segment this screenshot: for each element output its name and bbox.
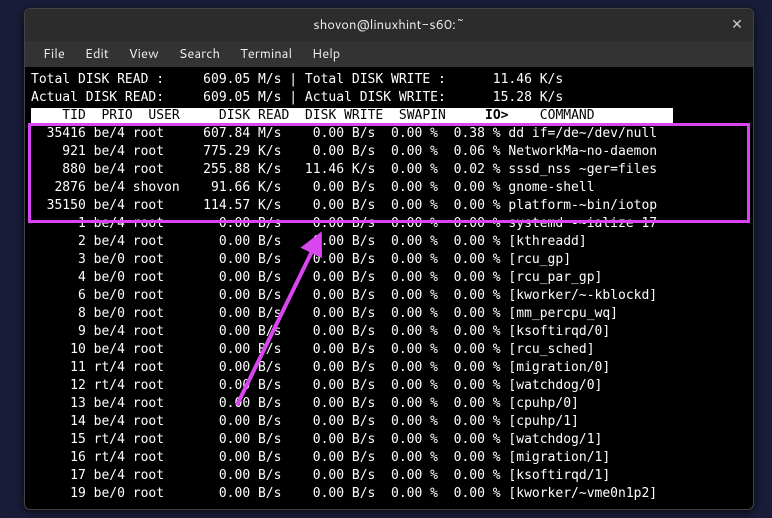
menu-edit[interactable]: Edit (75, 41, 119, 67)
col-user: USER (133, 108, 180, 123)
menu-file[interactable]: File (33, 41, 75, 67)
process-rows: 35416 be/4 root 607.84 M/s 0.00 B/s 0.00… (31, 125, 747, 503)
menu-help[interactable]: Help (302, 41, 350, 67)
col-swapin: SWAPIN (383, 108, 446, 123)
terminal-window: shovon@linuxhint-s60:~ ✕ File Edit View … (24, 8, 754, 510)
col-command: COMMAND (508, 108, 672, 123)
close-icon[interactable]: ✕ (729, 17, 745, 33)
menu-view[interactable]: View (119, 41, 169, 67)
col-dwrite: DISK WRITE (289, 108, 383, 123)
summary-line-1: Total DISK READ : 609.05 M/s | Total DIS… (31, 72, 563, 87)
col-tid: TID (31, 108, 86, 123)
titlebar[interactable]: shovon@linuxhint-s60:~ ✕ (25, 9, 753, 41)
menubar: File Edit View Search Terminal Help (25, 41, 753, 67)
col-io-sorted: IO> (446, 108, 509, 123)
col-prio: PRIO (86, 108, 133, 123)
col-dread: DISK READ (180, 108, 290, 123)
summary-line-2: Actual DISK READ: 609.05 M/s | Actual DI… (31, 90, 563, 105)
menu-terminal[interactable]: Terminal (230, 41, 302, 67)
table-header: TID PRIO USER DISK READ DISK WRITE SWAPI… (31, 108, 673, 123)
terminal-output[interactable]: Total DISK READ : 609.05 M/s | Total DIS… (25, 67, 753, 507)
window-title: shovon@linuxhint-s60:~ (313, 16, 464, 34)
menu-search[interactable]: Search (169, 41, 230, 67)
